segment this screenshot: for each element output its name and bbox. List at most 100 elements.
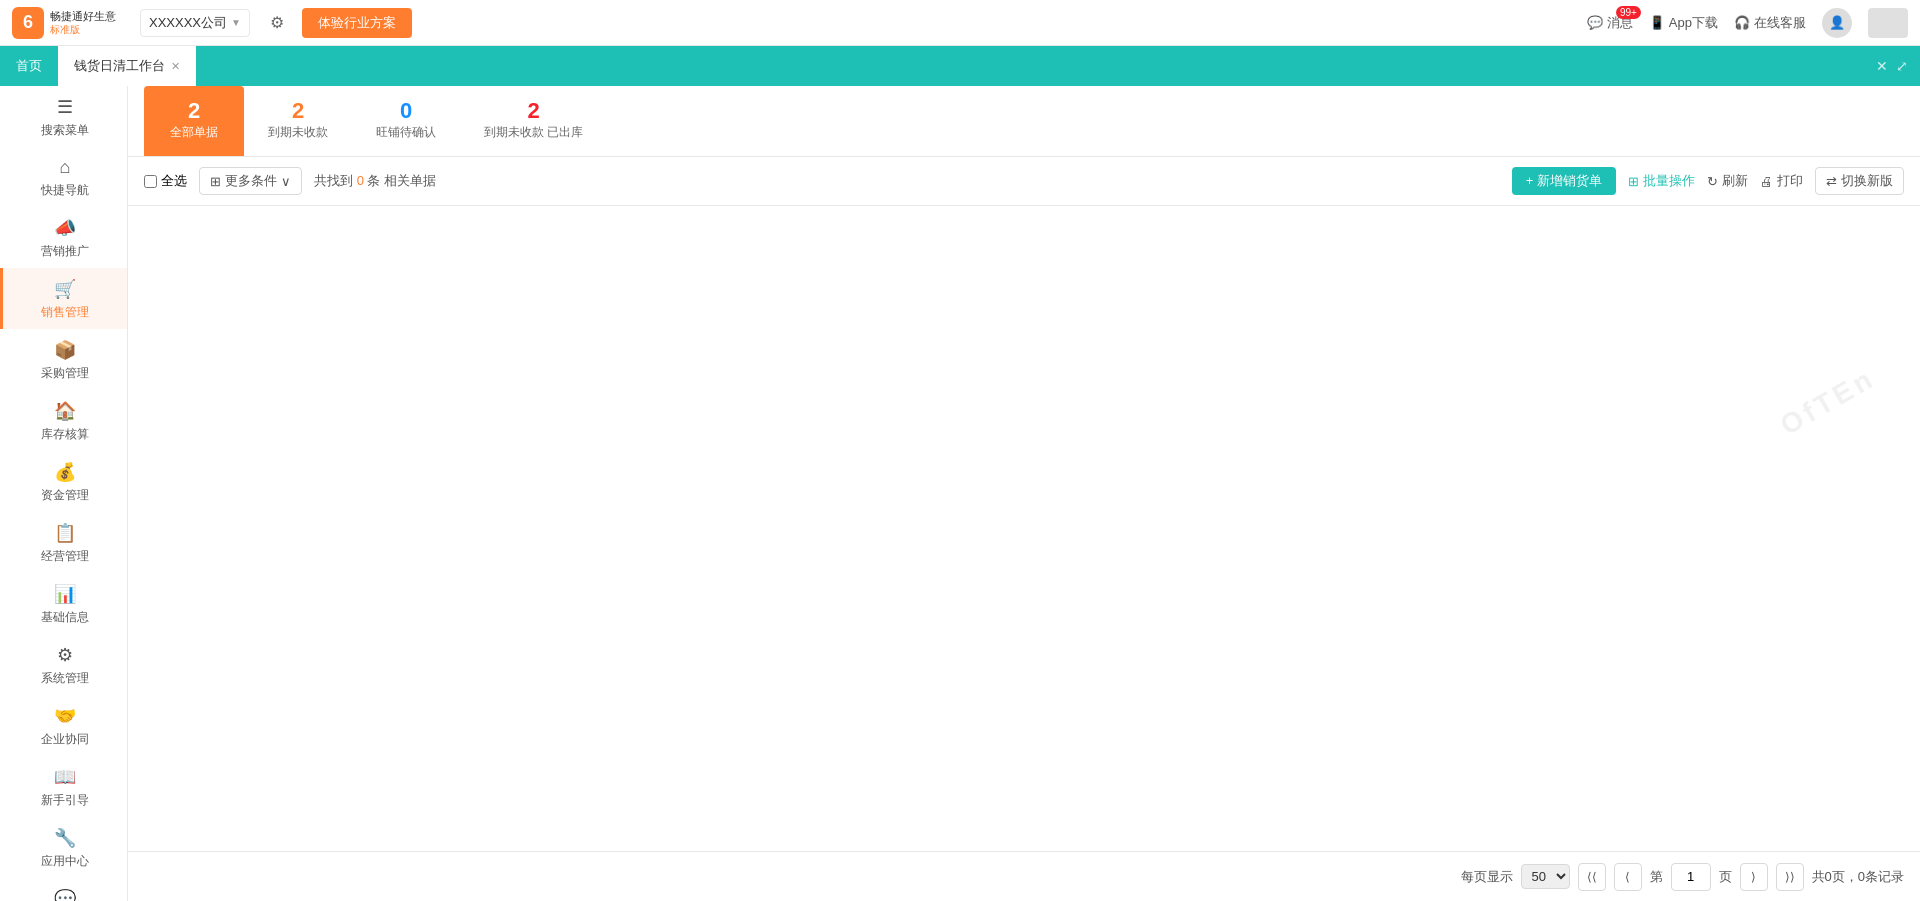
sidebar: ☰ 搜索菜单 ⌂ 快捷导航 📣 营销推广 🛒 销售管理 📦 采购管理 🏠 库存核… [0, 86, 128, 901]
header-right: 💬 消息 99+ 📱 App下载 🎧 在线客服 👤 [1587, 8, 1908, 38]
sidebar-item-system-label: 系统管理 [41, 670, 89, 687]
tab-close-icon[interactable]: ✕ [171, 60, 180, 73]
chevron-down-filter-icon: ∨ [281, 174, 291, 189]
refresh-icon: ↻ [1707, 174, 1718, 189]
stat-tab-pending[interactable]: 0 旺铺待确认 [352, 86, 460, 156]
result-text: 共找到 0 条 相关单据 [314, 172, 436, 190]
sidebar-item-search[interactable]: ☰ 搜索菜单 [0, 86, 127, 147]
tab-home[interactable]: 首页 [0, 46, 58, 86]
message-btn[interactable]: 💬 消息 99+ [1587, 14, 1633, 32]
page-prev-btn[interactable]: ⟨ [1614, 863, 1642, 891]
page-size-label: 每页显示 [1461, 868, 1513, 886]
sidebar-item-wechat[interactable]: 💬 企业微信 [0, 878, 127, 901]
sidebar-item-marketing[interactable]: 📣 营销推广 [0, 207, 127, 268]
search-menu-icon: ☰ [57, 96, 73, 118]
sidebar-item-inventory[interactable]: 🏠 库存核算 [0, 390, 127, 451]
page-input[interactable] [1671, 863, 1711, 891]
page-last-btn[interactable]: ⟩⟩ [1776, 863, 1804, 891]
switch-version-btn[interactable]: ⇄ 切换新版 [1815, 167, 1904, 195]
sidebar-item-marketing-label: 营销推广 [41, 243, 89, 260]
message-icon: 💬 [1587, 15, 1603, 30]
batch-operation-btn[interactable]: ⊞ 批量操作 [1628, 172, 1695, 190]
table-area: OfTEn [128, 206, 1920, 851]
select-all-checkbox[interactable]: 全选 [144, 172, 187, 190]
appstore-icon: 🔧 [54, 827, 76, 849]
stats-tabs: 2 全部单据 2 到期未收款 0 旺铺待确认 2 到期未收款 已出库 [128, 86, 1920, 157]
sidebar-item-base-info[interactable]: 📊 基础信息 [0, 573, 127, 634]
tab-work-bench[interactable]: 钱货日清工作台 ✕ [58, 46, 196, 86]
base-info-icon: 📊 [54, 583, 76, 605]
trial-button[interactable]: 体验行业方案 [302, 8, 412, 38]
sidebar-item-system[interactable]: ⚙ 系统管理 [0, 634, 127, 695]
total-text: 共0页，0条记录 [1812, 868, 1904, 886]
sidebar-item-quicknav[interactable]: ⌂ 快捷导航 [0, 147, 127, 207]
filter-label: 更多条件 [225, 172, 277, 190]
sidebar-item-enterprise[interactable]: 🤝 企业协同 [0, 695, 127, 756]
online-service-btn[interactable]: 🎧 在线客服 [1734, 14, 1806, 32]
tab-expand-icon[interactable]: ⤢ [1896, 58, 1908, 74]
tab-close-all-icon[interactable]: ✕ [1876, 58, 1888, 74]
switch-icon: ⇄ [1826, 174, 1837, 189]
content-area: 2 全部单据 2 到期未收款 0 旺铺待确认 2 到期未收款 已出库 全选 [128, 86, 1920, 901]
filter-icon: ⊞ [210, 174, 221, 189]
wechat-icon: 💬 [54, 888, 76, 901]
stat-label-pending: 旺铺待确认 [376, 124, 436, 141]
sidebar-item-purchase[interactable]: 📦 采购管理 [0, 329, 127, 390]
sidebar-item-operations[interactable]: 📋 经营管理 [0, 512, 127, 573]
sidebar-item-appstore[interactable]: 🔧 应用中心 [0, 817, 127, 878]
cart-icon: 🛒 [54, 278, 76, 300]
sidebar-item-base-info-label: 基础信息 [41, 609, 89, 626]
sidebar-item-guide[interactable]: 📖 新手引导 [0, 756, 127, 817]
stat-tab-overdue[interactable]: 2 到期未收款 [244, 86, 352, 156]
header-middle: ⚙ 体验行业方案 [250, 8, 1587, 38]
stat-num-overdue: 2 [292, 98, 304, 124]
result-suffix: 条 相关单据 [367, 173, 436, 188]
sidebar-item-guide-label: 新手引导 [41, 792, 89, 809]
add-sales-order-btn[interactable]: + 新增销货单 [1512, 167, 1616, 195]
page-next-btn[interactable]: ⟩ [1740, 863, 1768, 891]
stat-num-pending: 0 [400, 98, 412, 124]
sidebar-item-sales[interactable]: 🛒 销售管理 [0, 268, 127, 329]
sidebar-item-operations-label: 经营管理 [41, 548, 89, 565]
refresh-btn[interactable]: ↻ 刷新 [1707, 172, 1748, 190]
sidebar-item-search-label: 搜索菜单 [41, 122, 89, 139]
app-download-icon: 📱 [1649, 15, 1665, 30]
stat-tab-shipped[interactable]: 2 到期未收款 已出库 [460, 86, 607, 156]
message-badge: 99+ [1616, 6, 1641, 19]
batch-label: 批量操作 [1643, 172, 1695, 190]
company-selector[interactable]: XXXXXX公司 ▼ [140, 9, 250, 37]
toolbar: 全选 ⊞ 更多条件 ∨ 共找到 0 条 相关单据 + 新增销货单 ⊞ 批量操作 … [128, 157, 1920, 206]
inventory-icon: 🏠 [54, 400, 76, 422]
print-label: 打印 [1777, 172, 1803, 190]
logo-icon: 6 [12, 7, 44, 39]
page-size-select[interactable]: 50 [1521, 864, 1570, 889]
settings-icon-btn[interactable]: ⚙ [262, 8, 292, 38]
operations-icon: 📋 [54, 522, 76, 544]
tab-home-label: 首页 [16, 57, 42, 75]
sidebar-item-quicknav-label: 快捷导航 [41, 182, 89, 199]
headset-icon: 🎧 [1734, 15, 1750, 30]
pagination-bar: 每页显示 50 ⟨⟨ ⟨ 第 页 ⟩ ⟩⟩ 共0页，0条记录 [128, 851, 1920, 901]
sidebar-item-finance[interactable]: 💰 资金管理 [0, 451, 127, 512]
main-layout: ☰ 搜索菜单 ⌂ 快捷导航 📣 营销推广 🛒 销售管理 📦 采购管理 🏠 库存核… [0, 86, 1920, 901]
avatar[interactable]: 👤 [1822, 8, 1852, 38]
tab-work-bench-label: 钱货日清工作台 [74, 57, 165, 75]
select-all-input[interactable] [144, 175, 157, 188]
sidebar-item-inventory-label: 库存核算 [41, 426, 89, 443]
watermark: OfTEn [1775, 363, 1881, 443]
logo-text: 畅捷通好生意 标准版 [50, 9, 116, 36]
logo-area: 6 畅捷通好生意 标准版 [12, 7, 140, 39]
online-service-label: 在线客服 [1754, 14, 1806, 32]
print-btn[interactable]: 🖨 打印 [1760, 172, 1803, 190]
tab-bar: 首页 钱货日清工作台 ✕ ✕ ⤢ [0, 46, 1920, 86]
result-prefix: 共找到 [314, 173, 353, 188]
stat-tab-all[interactable]: 2 全部单据 [144, 86, 244, 156]
system-icon: ⚙ [57, 644, 73, 666]
top-header: 6 畅捷通好生意 标准版 XXXXXX公司 ▼ ⚙ 体验行业方案 💬 消息 99… [0, 0, 1920, 46]
app-download-btn[interactable]: 📱 App下载 [1649, 14, 1718, 32]
finance-icon: 💰 [54, 461, 76, 483]
tab-bar-controls: ✕ ⤢ [1876, 58, 1920, 74]
megaphone-icon: 📣 [54, 217, 76, 239]
filter-button[interactable]: ⊞ 更多条件 ∨ [199, 167, 302, 195]
page-first-btn[interactable]: ⟨⟨ [1578, 863, 1606, 891]
